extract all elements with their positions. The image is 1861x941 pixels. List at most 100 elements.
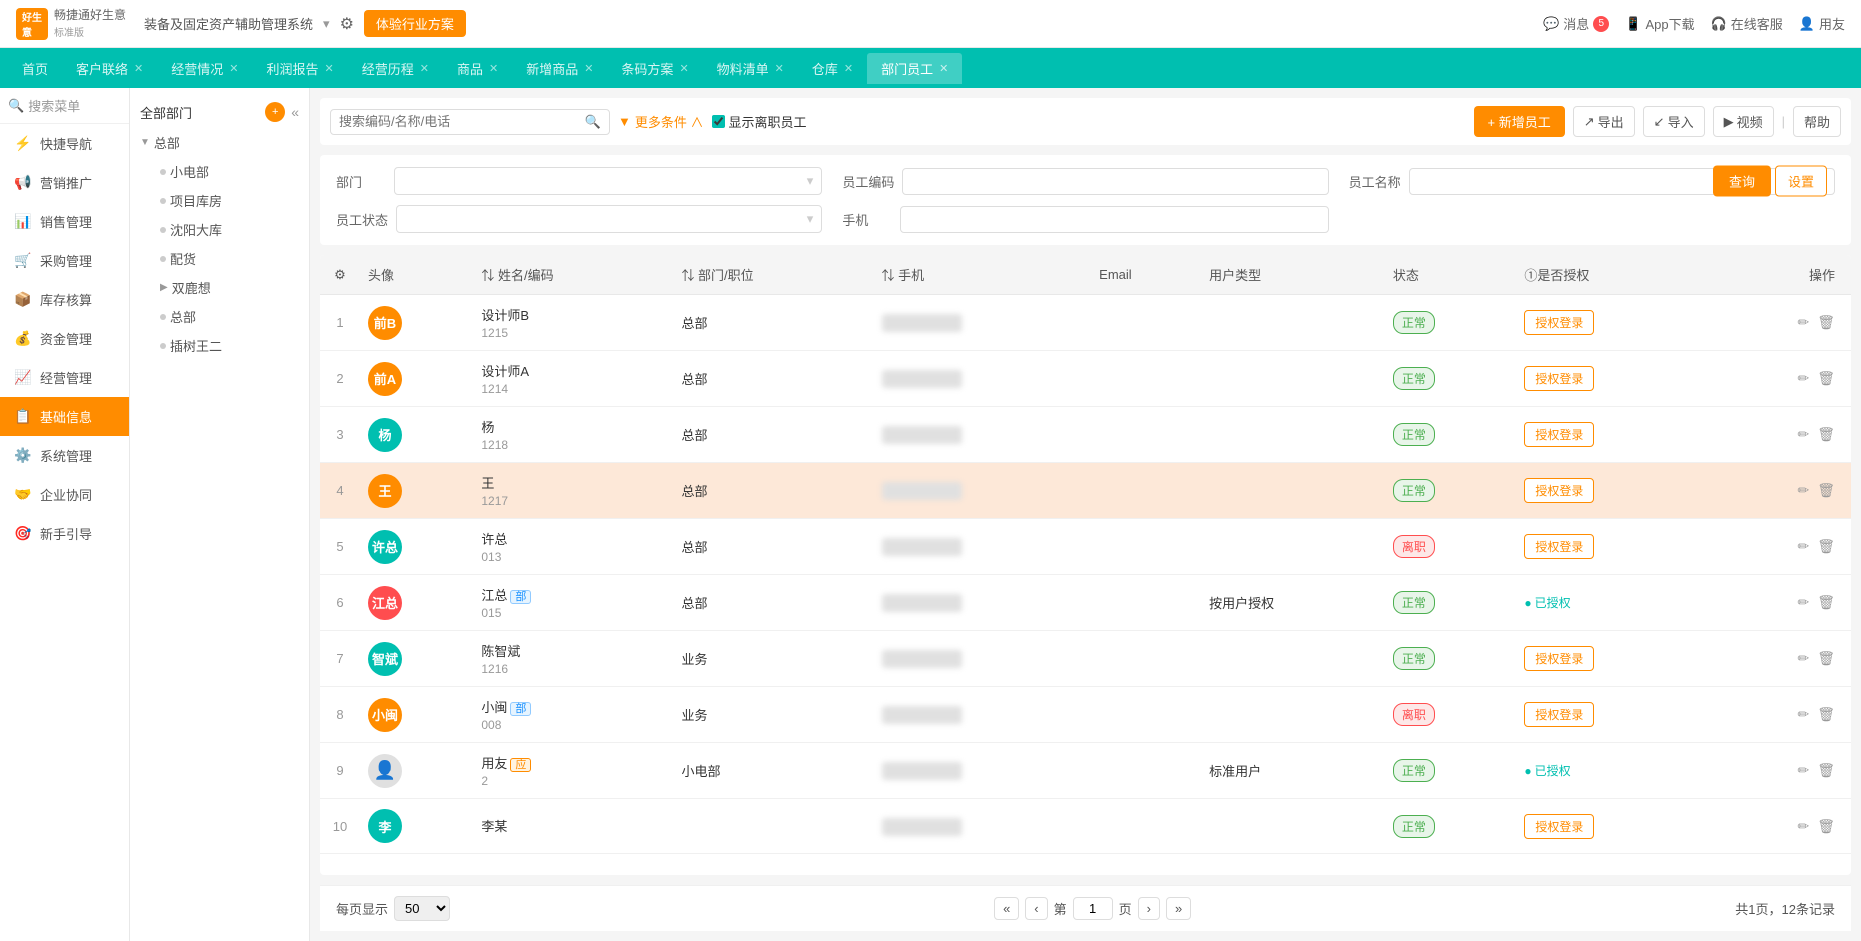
emp-code-input[interactable] <box>902 168 1328 195</box>
user-action[interactable]: 👤 用友 <box>1799 14 1845 33</box>
sidebar-item-marketing[interactable]: 📢 营销推广 <box>0 163 129 202</box>
close-icon[interactable]: ✕ <box>489 62 498 75</box>
import-button[interactable]: ↙ 导入 <box>1643 106 1705 137</box>
sidebar-item-inventory[interactable]: 📦 库存核算 <box>0 280 129 319</box>
dept-node-xiangmu[interactable]: 项目库房 <box>130 186 309 215</box>
next-page-btn[interactable]: › <box>1138 897 1160 920</box>
tab-barcode[interactable]: 条码方案 ✕ <box>607 53 702 84</box>
auth-login-button[interactable]: 授权登录 <box>1524 422 1594 447</box>
sidebar-item-system[interactable]: ⚙️ 系统管理 <box>0 436 129 475</box>
show-resigned-checkbox[interactable] <box>712 115 725 128</box>
dept-node-zongbu[interactable]: 总部 <box>130 302 309 331</box>
filter-button[interactable]: ▼ 更多条件 ∧ <box>618 112 704 131</box>
close-icon[interactable]: ✕ <box>844 62 853 75</box>
dept-col-header[interactable]: ⇅ 部门/职位 <box>673 255 873 295</box>
delete-icon[interactable]: 🗑 <box>1817 594 1835 611</box>
message-action[interactable]: 💬 消息 5 <box>1543 14 1609 33</box>
sidebar-item-guide[interactable]: 🎯 新手引导 <box>0 514 129 553</box>
view-button[interactable]: ▶ 视频 <box>1713 106 1774 137</box>
delete-icon[interactable]: 🗑 <box>1817 762 1835 779</box>
emp-status-select[interactable]: ▾ <box>396 205 822 233</box>
last-page-btn[interactable]: » <box>1166 897 1191 920</box>
auth-login-button[interactable]: 授权登录 <box>1524 366 1594 391</box>
delete-icon[interactable]: 🗑 <box>1817 426 1835 443</box>
name-col-header[interactable]: ⇅ 姓名/编码 <box>473 255 673 295</box>
help-button[interactable]: 帮助 <box>1793 106 1841 137</box>
auth-login-button[interactable]: 授权登录 <box>1524 478 1594 503</box>
auth-login-button[interactable]: 授权登录 <box>1524 814 1594 839</box>
tab-operation[interactable]: 经营情况 ✕ <box>157 53 252 84</box>
delete-icon[interactable]: 🗑 <box>1817 706 1835 723</box>
tab-customer[interactable]: 客户联络 ✕ <box>62 53 157 84</box>
phone-col-header[interactable]: ⇅ 手机 <box>874 255 1092 295</box>
sidebar-item-business[interactable]: 📈 经营管理 <box>0 358 129 397</box>
dept-node-peihuo[interactable]: 配货 <box>130 244 309 273</box>
dept-node-shuanglu[interactable]: ▶ 双鹿想 <box>130 273 309 302</box>
edit-icon[interactable]: ✏ <box>1797 538 1809 555</box>
edit-icon[interactable]: ✏ <box>1797 426 1809 443</box>
edit-icon[interactable]: ✏ <box>1797 482 1809 499</box>
dept-node-zongbu-parent[interactable]: ▼ 总部 <box>130 128 309 157</box>
edit-icon[interactable]: ✏ <box>1797 762 1809 779</box>
dept-add-icon[interactable]: + <box>265 102 285 122</box>
auth-login-button[interactable]: 授权登录 <box>1524 702 1594 727</box>
auth-login-button[interactable]: 授权登录 <box>1524 310 1594 335</box>
sidebar-item-sales[interactable]: 📊 销售管理 <box>0 202 129 241</box>
close-icon[interactable]: ✕ <box>420 62 429 75</box>
close-icon[interactable]: ✕ <box>939 62 948 75</box>
tab-profit[interactable]: 利润报告 ✕ <box>252 53 347 84</box>
tab-warehouse[interactable]: 仓库 ✕ <box>798 53 867 84</box>
first-page-btn[interactable]: « <box>994 897 1019 920</box>
dept-collapse-icon[interactable]: « <box>291 104 299 120</box>
edit-icon[interactable]: ✏ <box>1797 650 1809 667</box>
sidebar-item-finance[interactable]: 💰 资金管理 <box>0 319 129 358</box>
per-page-select[interactable]: 50 100 <box>394 896 450 921</box>
trial-button[interactable]: 体验行业方案 <box>364 10 466 37</box>
tab-product[interactable]: 商品 ✕ <box>443 53 512 84</box>
phone-input[interactable] <box>900 206 1328 233</box>
page-input[interactable] <box>1073 897 1113 920</box>
online-service-action[interactable]: 🎧 在线客服 <box>1711 14 1783 33</box>
export-button[interactable]: ↗ 导出 <box>1573 106 1635 137</box>
edit-icon[interactable]: ✏ <box>1797 706 1809 723</box>
delete-icon[interactable]: 🗑 <box>1817 314 1835 331</box>
delete-icon[interactable]: 🗑 <box>1817 370 1835 387</box>
delete-icon[interactable]: 🗑 <box>1817 538 1835 555</box>
set-button[interactable]: 设置 <box>1775 166 1827 197</box>
dept-node-xiaodian[interactable]: 小电部 <box>130 157 309 186</box>
dropdown-arrow[interactable]: ▾ <box>323 16 330 32</box>
close-icon[interactable]: ✕ <box>134 62 143 75</box>
close-icon[interactable]: ✕ <box>679 62 688 75</box>
prev-page-btn[interactable]: ‹ <box>1025 897 1047 920</box>
tab-department[interactable]: 部门员工 ✕ <box>867 53 962 84</box>
dept-node-chashuwang[interactable]: 插树王二 <box>130 331 309 360</box>
search-button[interactable]: 查询 <box>1713 166 1771 197</box>
gear-icon[interactable]: ⚙ <box>340 14 354 34</box>
edit-icon[interactable]: ✏ <box>1797 594 1809 611</box>
auth-login-button[interactable]: 授权登录 <box>1524 646 1594 671</box>
search-input[interactable] <box>339 114 581 129</box>
sidebar-item-purchase[interactable]: 🛒 采购管理 <box>0 241 129 280</box>
close-icon[interactable]: ✕ <box>325 62 334 75</box>
app-download-action[interactable]: 📱 App下载 <box>1625 14 1694 33</box>
sidebar-item-collab[interactable]: 🤝 企业协同 <box>0 475 129 514</box>
edit-icon[interactable]: ✏ <box>1797 818 1809 835</box>
tab-history[interactable]: 经营历程 ✕ <box>348 53 443 84</box>
sidebar-search[interactable]: 🔍 搜索菜单 <box>0 88 129 124</box>
close-icon[interactable]: ✕ <box>775 62 784 75</box>
close-icon[interactable]: ✕ <box>229 62 238 75</box>
tab-bom[interactable]: 物料清单 ✕ <box>703 53 798 84</box>
settings-col-header[interactable]: ⚙ <box>320 255 360 295</box>
tab-home[interactable]: 首页 <box>8 53 62 84</box>
delete-icon[interactable]: 🗑 <box>1817 818 1835 835</box>
delete-icon[interactable]: 🗑 <box>1817 482 1835 499</box>
edit-icon[interactable]: ✏ <box>1797 314 1809 331</box>
close-icon[interactable]: ✕ <box>584 62 593 75</box>
sidebar-item-quicknav[interactable]: ⚡ 快捷导航 <box>0 124 129 163</box>
edit-icon[interactable]: ✏ <box>1797 370 1809 387</box>
sidebar-item-basic[interactable]: 📋 基础信息 <box>0 397 129 436</box>
dept-select[interactable]: ▾ <box>394 167 822 195</box>
show-resigned-label[interactable]: 显示离职员工 <box>712 112 807 131</box>
add-employee-button[interactable]: + 新增员工 <box>1474 106 1565 137</box>
tab-new-product[interactable]: 新增商品 ✕ <box>512 53 607 84</box>
